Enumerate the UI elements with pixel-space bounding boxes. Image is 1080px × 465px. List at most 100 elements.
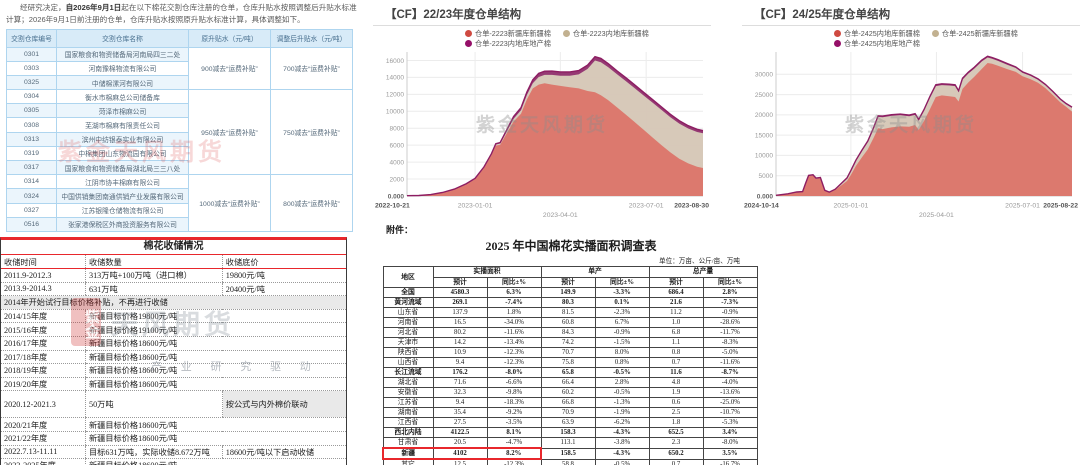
chart-title-2425: 【CF】24/25年度仓单结构 <box>742 2 1080 26</box>
value-cell: 20.5 <box>432 437 488 449</box>
period-cell: 2022.7.13-11.11 <box>1 445 86 460</box>
value-cell: 686.4 <box>648 287 704 298</box>
target-price-cell: 新疆目标价格19800元/吨 <box>84 309 346 324</box>
notice-text-segment: 经研究决定， <box>20 3 66 12</box>
value-cell: -6.2% <box>594 417 650 428</box>
warehouse-code-cell: 0301 <box>6 46 57 62</box>
value-cell: -7.3% <box>702 297 758 308</box>
target-price-cell: 新疆目标价格18600元/吨 <box>84 363 346 378</box>
value-cell: -5.3% <box>702 417 758 428</box>
legend-item: 仓单-2425新疆库新疆棉 <box>931 29 1018 38</box>
sub-header: 预计 <box>432 276 488 288</box>
value-cell: 8.1% <box>486 427 542 438</box>
y-axis-tick-label: 6000 <box>390 142 405 149</box>
legend-dot-icon <box>834 30 841 37</box>
target-price-cell: 新疆目标价格18600元/吨 <box>84 336 346 351</box>
x-axis-tick-label: 2025-01-01 <box>833 203 868 210</box>
legend-label: 仓单-2223内地库新疆棉 <box>572 29 649 38</box>
floor-price-cell: 18600元/吨以下启动收储 <box>221 445 346 460</box>
table-row: 山东省 137.9 1.8% 81.5 -2.3% 11.2 -0.9% <box>382 307 758 318</box>
legend-dot-icon <box>465 30 472 37</box>
table-row: 2014/15年度 新疆目标价格19800元/吨 <box>1 309 346 324</box>
x-axis-tick-label: 2023-08-30 <box>674 203 709 210</box>
value-cell: 81.5 <box>540 307 596 318</box>
sub-header: 同比±% <box>486 276 542 288</box>
value-cell: 1.9 <box>648 387 704 398</box>
value-cell: 176.2 <box>432 367 488 378</box>
warehouse-code-cell: 0313 <box>6 131 57 147</box>
warehouse-name-cell: 中国供销集团南通供销产业发展有限公司 <box>56 188 189 204</box>
value-cell: 3.5% <box>702 447 758 460</box>
period-cell: 2014/15年度 <box>1 309 86 324</box>
target-price-cell: 新疆目标价格18600元/吨 <box>84 417 346 432</box>
chart-area-2223: 0.000 2000 4000 6000 8000 10000 12000 14000 1600… <box>373 48 711 225</box>
value-cell: 4122.5 <box>432 427 488 438</box>
column-header: 原升贴水（元/吨） <box>188 28 271 48</box>
planting-survey-panel: 附件： 2025 年中国棉花实播面积调查表 单位：万亩、公斤/亩、万吨 地区 实播… <box>372 221 770 465</box>
value-cell: 21.6 <box>648 297 704 308</box>
value-cell: 75.8 <box>540 357 596 368</box>
value-cell: 2.8% <box>702 287 758 298</box>
y-axis-tick-label: 0.000 <box>388 193 405 200</box>
value-cell: -11.6% <box>486 327 542 338</box>
region-cell: 湖南省 <box>382 407 434 418</box>
value-cell: 2.5 <box>648 407 704 418</box>
value-cell: 0.1% <box>594 297 650 308</box>
value-cell: -7.4% <box>486 297 542 308</box>
value-cell: -13.4% <box>486 337 542 348</box>
y-axis-tick-label: 15000 <box>755 132 773 139</box>
y-axis-tick-label: 16000 <box>386 58 404 65</box>
warehouse-code-cell: 0327 <box>6 202 57 218</box>
table-row: 山西省 9.4 -12.3% 75.8 0.8% 0.7 -11.6% <box>382 357 758 368</box>
region-cell: 黄河流域 <box>382 297 434 308</box>
period-cell: 2019/20年度 <box>1 377 86 392</box>
legend-dot-icon <box>834 40 841 47</box>
value-cell: 137.9 <box>432 307 488 318</box>
value-cell: 63.9 <box>540 417 596 428</box>
value-cell: -9.8% <box>486 387 542 398</box>
x-axis-tick-label: 2025-04-01 <box>919 212 954 219</box>
warehouse-name-cell: 河南豫棉物流有限公司 <box>56 60 189 76</box>
column-header: 收储底价 <box>221 255 346 269</box>
region-cell: 天津市 <box>382 337 434 348</box>
y-axis-tick-label: 8000 <box>390 126 405 133</box>
value-cell: 66.4 <box>540 377 596 388</box>
delivery-table-header-row: 交割仓库编号 交割仓库名称 原升贴水（元/吨） 调整后升贴水（元/吨） <box>6 28 353 48</box>
warehouse-receipt-chart-2223: 0.000 2000 4000 6000 8000 10000 12000 14000 1600… <box>375 52 709 219</box>
value-cell: -1.9% <box>594 407 650 418</box>
quantity-cell: 50万吨 <box>84 390 223 419</box>
value-cell: 10.9 <box>432 347 488 358</box>
table-row: 0304 衡水市棉麻总公司储备库 950减去“运费补贴” 750减去“运费补贴” <box>6 89 353 176</box>
value-cell: 9.4 <box>432 397 488 408</box>
x-axis-tick-label: 2025-08-22 <box>1043 203 1078 210</box>
value-cell: -9.2% <box>486 407 542 418</box>
chart-area-2425: 0.000 5000 10000 15000 20000 25000 30000 2024-1… <box>742 48 1080 225</box>
value-cell: 12.5 <box>432 458 488 465</box>
value-cell: 70.7 <box>540 347 596 358</box>
legend-item: 仓单-2425内地库地产棉 <box>834 39 920 48</box>
value-cell: 70.9 <box>540 407 596 418</box>
value-cell: 60.2 <box>540 387 596 398</box>
survey-header-row-1: 地区 实播面积 单产 总产量 <box>382 266 758 288</box>
value-cell: 269.1 <box>432 297 488 308</box>
target-price-cell: 新疆目标价格18600元/吨 <box>84 350 346 365</box>
column-header: 收储时间 <box>1 255 86 269</box>
value-cell: -11.6% <box>702 357 758 368</box>
planting-survey-table: 地区 实播面积 单产 总产量 预计 同比±% 预计 同比±% 预计 同比±% 全国 4580.3 6.… <box>382 266 758 465</box>
warehouse-name-cell: 滨州中纺银泰实业有限公司 <box>56 131 189 147</box>
value-cell: -4.0% <box>702 377 758 388</box>
value-cell: -13.6% <box>702 387 758 398</box>
floor-price-cell: 19800元/吨 <box>221 268 346 283</box>
spanning-note-cell: 2014年开始试行目标价格补贴，不再进行收储 <box>1 295 346 310</box>
warehouse-code-cell: 0304 <box>6 89 57 105</box>
quantity-cell: 目标631万吨，实际收储8.672万吨 <box>84 445 223 460</box>
period-cell: 2013.9-2014.3 <box>1 282 86 297</box>
value-cell: 1.8 <box>648 417 704 428</box>
period-cell: 2016/17年度 <box>1 336 86 351</box>
group-header: 实播面积 <box>432 266 542 278</box>
table-row: 长江流域 176.2 -8.0% 65.8 -0.5% 11.6 -8.7% <box>382 367 758 378</box>
warehouse-name-cell: 中储棉漯河有限公司 <box>56 74 189 91</box>
y-axis-tick-label: 5000 <box>759 173 774 180</box>
value-cell: 6.3% <box>486 287 542 298</box>
region-cell: 其它 <box>382 458 434 465</box>
